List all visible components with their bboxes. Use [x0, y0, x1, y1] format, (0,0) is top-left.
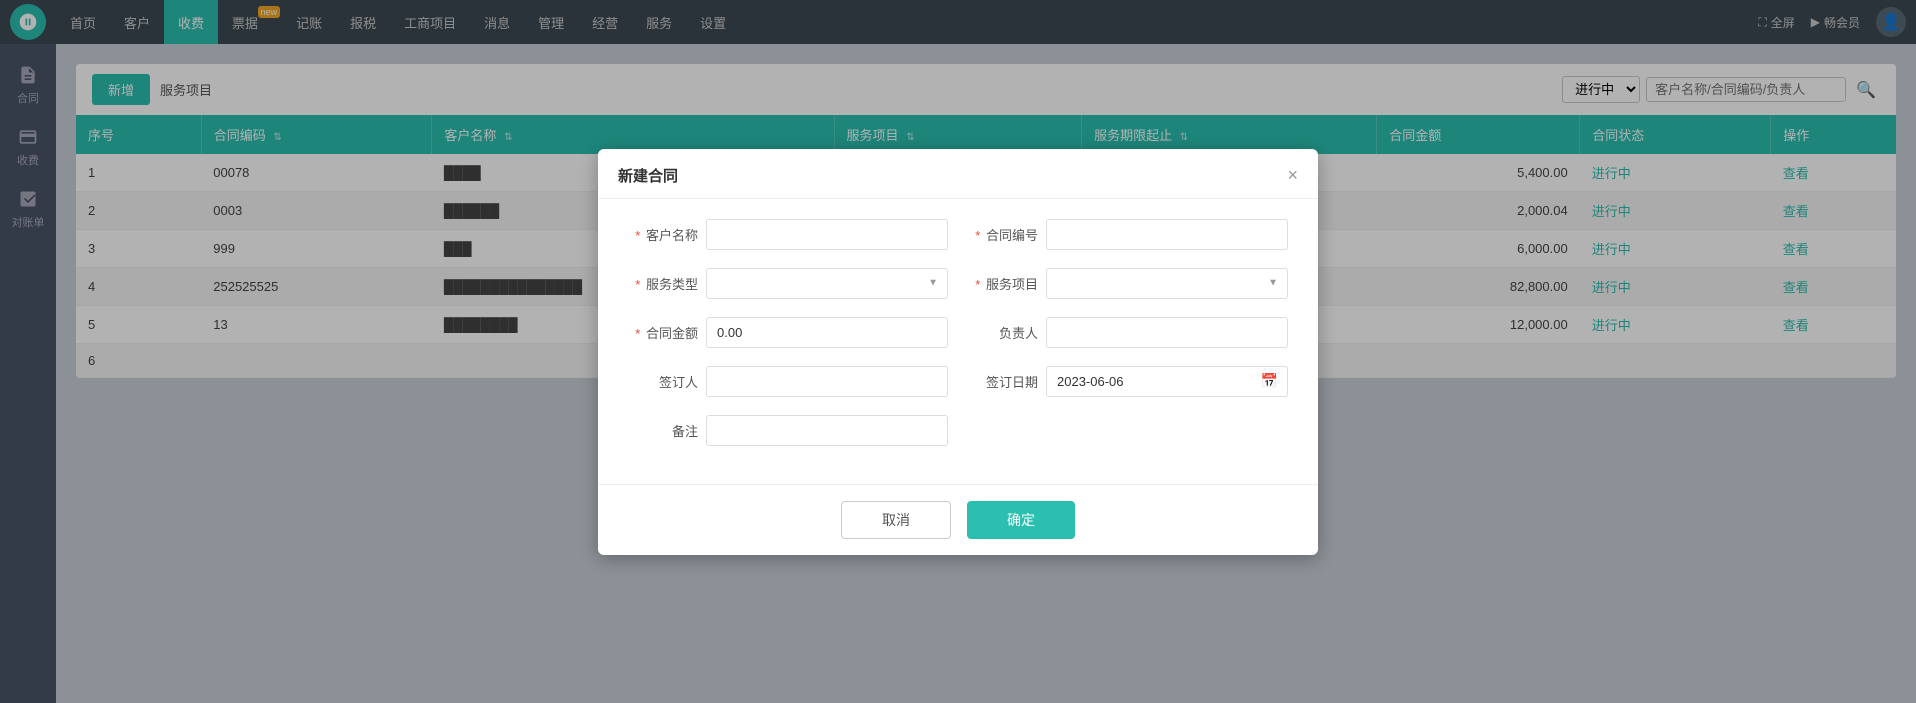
modal-header: 新建合同 ×: [598, 149, 1318, 199]
contract-amount-input[interactable]: [706, 317, 948, 348]
modal-footer: 取消 确定: [598, 484, 1318, 555]
modal-title: 新建合同: [618, 165, 678, 186]
form-row-1: * 客户名称 * 合同编号: [628, 219, 1288, 250]
modal-close-button[interactable]: ×: [1287, 166, 1298, 184]
responsible-label: 负责人: [968, 323, 1038, 342]
signer-input[interactable]: [706, 366, 948, 397]
form-group-notes: 备注: [628, 415, 948, 446]
responsible-input[interactable]: [1046, 317, 1288, 348]
notes-label: 备注: [628, 421, 698, 440]
service-item-required-star: *: [975, 277, 980, 292]
main-layout: 合同 收费 对账单 新增 服务项目: [0, 44, 1916, 703]
form-row-4: 签订人 签订日期 📅: [628, 366, 1288, 397]
service-item-select[interactable]: [1046, 268, 1288, 299]
signer-label: 签订人: [628, 372, 698, 391]
form-group-signer: 签订人: [628, 366, 948, 397]
customer-name-label: * 客户名称: [628, 225, 698, 244]
service-type-label: * 服务类型: [628, 274, 698, 293]
service-item-label: * 服务项目: [968, 274, 1038, 293]
amount-required-star: *: [635, 326, 640, 341]
confirm-button[interactable]: 确定: [967, 501, 1075, 539]
modal-overlay: 新建合同 × * 客户名称: [56, 44, 1916, 703]
contract-code-input[interactable]: [1046, 219, 1288, 250]
contract-code-required-star: *: [975, 228, 980, 243]
modal-body: * 客户名称 * 合同编号: [598, 199, 1318, 484]
contract-amount-label: * 合同金额: [628, 323, 698, 342]
service-type-select[interactable]: [706, 268, 948, 299]
form-group-sign-date: 签订日期 📅: [968, 366, 1288, 397]
notes-input[interactable]: [706, 415, 948, 446]
form-row-2: * 服务类型 ▼ *: [628, 268, 1288, 299]
form-row-3: * 合同金额 负责人: [628, 317, 1288, 348]
service-item-wrapper: ▼: [1046, 268, 1288, 299]
form-row-5: 备注: [628, 415, 1288, 446]
form-group-service-item: * 服务项目 ▼: [968, 268, 1288, 299]
customer-name-input[interactable]: [706, 219, 948, 250]
service-type-required-star: *: [635, 277, 640, 292]
sign-date-input[interactable]: [1046, 366, 1288, 397]
form-group-contract-code: * 合同编号: [968, 219, 1288, 250]
cancel-button[interactable]: 取消: [841, 501, 951, 539]
new-contract-modal: 新建合同 × * 客户名称: [598, 149, 1318, 555]
form-group-amount: * 合同金额: [628, 317, 948, 348]
service-type-wrapper: ▼: [706, 268, 948, 299]
content-area: 新增 服务项目 进行中 已完成 已终止 🔍 序号: [56, 44, 1916, 703]
form-group-responsible: 负责人: [968, 317, 1288, 348]
form-group-customer: * 客户名称: [628, 219, 948, 250]
customer-required-star: *: [635, 228, 640, 243]
form-group-service-type: * 服务类型 ▼: [628, 268, 948, 299]
sign-date-label: 签订日期: [968, 372, 1038, 391]
sign-date-wrapper: 📅: [1046, 366, 1288, 397]
contract-code-label: * 合同编号: [968, 225, 1038, 244]
